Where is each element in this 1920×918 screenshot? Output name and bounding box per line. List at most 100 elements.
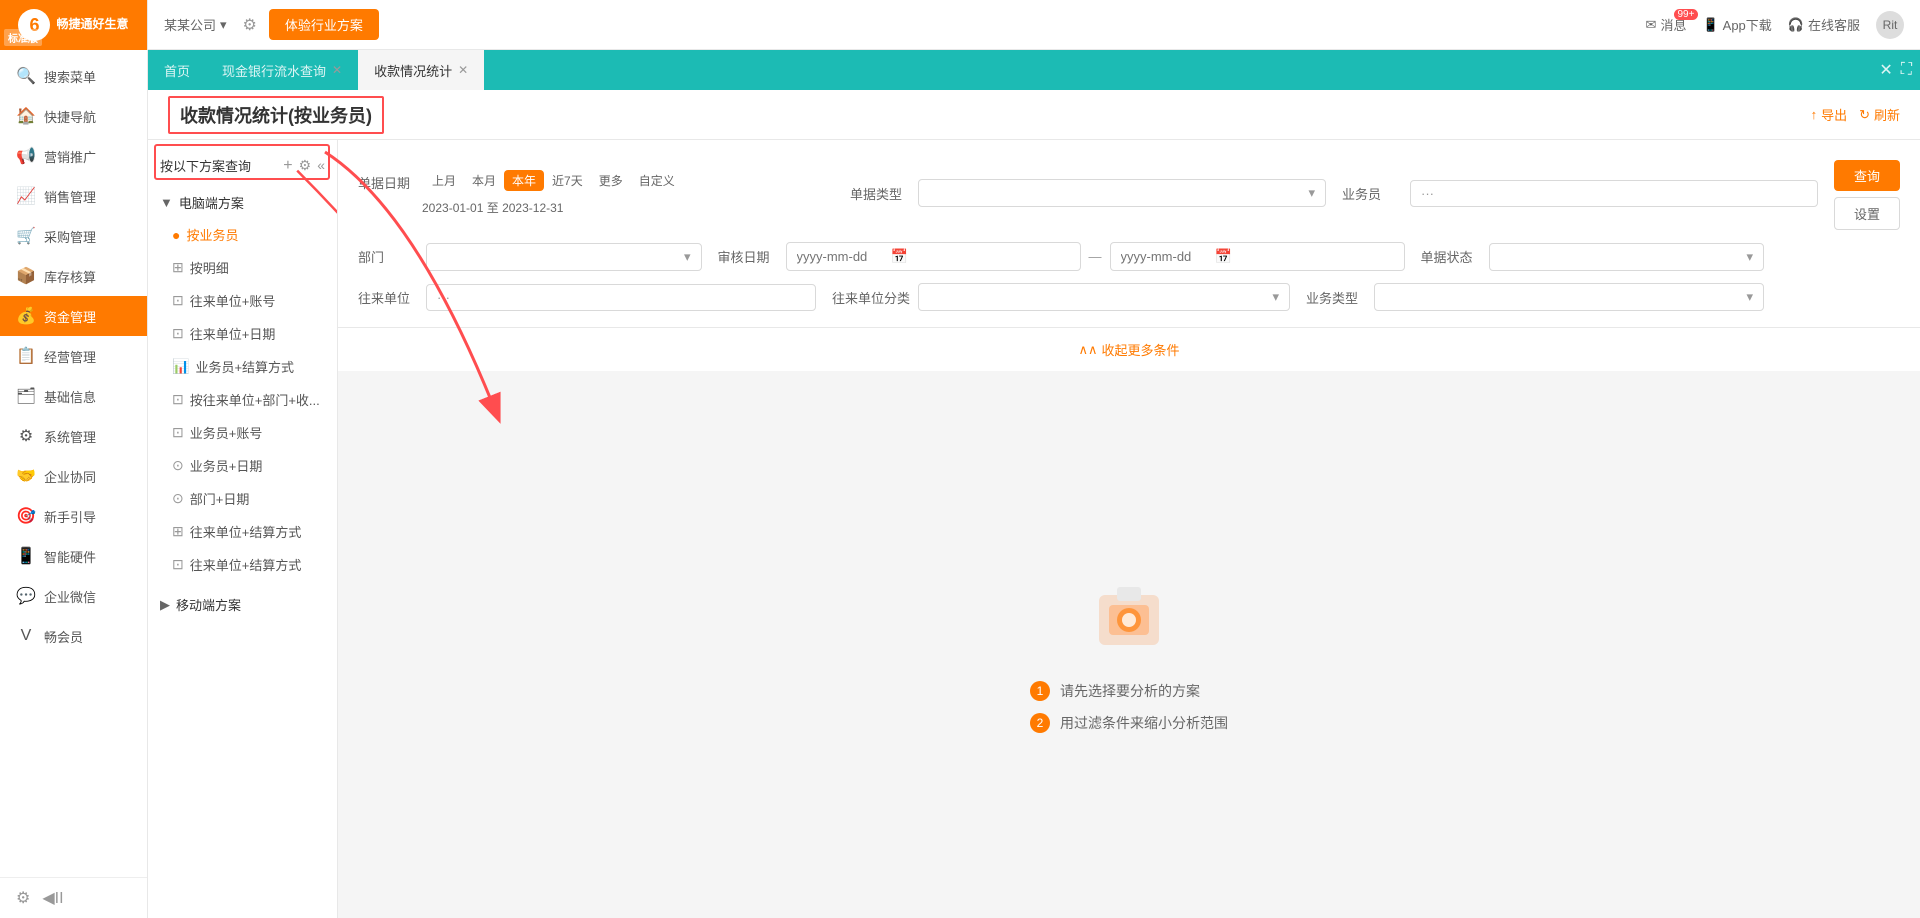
filter-counterpart-category-item: 往来单位分类 ▾ [832, 283, 1290, 311]
sidebar-item-guide[interactable]: 🎯 新手引导 [0, 496, 147, 536]
empty-state: 1 请先选择要分析的方案 2 用过滤条件来缩小分析范围 [338, 379, 1920, 918]
tab-close-all-icon[interactable]: ✕ [1879, 60, 1892, 80]
date-tab-more[interactable]: 更多 [591, 170, 631, 191]
export-icon: ↑ [1811, 107, 1818, 122]
salesperson-dots: ··· [1421, 186, 1434, 201]
sidebar-item-wechat[interactable]: 💬 企业微信 [0, 576, 147, 616]
sidebar-item-finance[interactable]: 💰 资金管理 [0, 296, 147, 336]
scheme-item-0-6[interactable]: ⊡业务员+账号 [148, 416, 337, 449]
tab-cashflow-close[interactable]: ✕ [332, 63, 342, 77]
scheme-item-0-0[interactable]: ● 按业务员 [148, 218, 337, 251]
user-avatar[interactable]: Rit [1876, 11, 1904, 39]
company-dropdown-icon[interactable]: ▾ [220, 17, 227, 33]
sidebar-item-hardware[interactable]: 📱 智能硬件 [0, 536, 147, 576]
scheme-item-label-0-2: 往来单位+账号 [190, 291, 276, 310]
query-btn[interactable]: 查询 [1834, 160, 1900, 191]
sidebar-item-purchase[interactable]: 🛒 采购管理 [0, 216, 147, 256]
counterpart-select[interactable]: ··· [426, 284, 816, 311]
tab-receipt[interactable]: 收款情况统计 ✕ [358, 50, 484, 90]
collapse-btn[interactable]: ∧∧ 收起更多条件 [338, 328, 1920, 371]
tab-receipt-close[interactable]: ✕ [458, 63, 468, 77]
sidebar-item-operation[interactable]: 📋 经营管理 [0, 336, 147, 376]
scheme-item-0-5[interactable]: ⊡按往来单位+部门+收... [148, 383, 337, 416]
online-service-btn[interactable]: 🎧 在线客服 [1788, 15, 1860, 34]
scheme-item-icon-0-0: ● [172, 227, 180, 243]
scheme-section-title-0[interactable]: ▼电脑端方案 [148, 187, 337, 218]
date-tab-custom[interactable]: 自定义 [631, 170, 683, 191]
scheme-item-label-0-7: 业务员+日期 [190, 456, 263, 475]
tab-home[interactable]: 首页 [148, 61, 206, 80]
dept-select[interactable]: ▾ [426, 243, 702, 271]
date-tab-thismonth[interactable]: 本月 [464, 170, 504, 191]
sidebar-item-search[interactable]: 🔍 搜索菜单 [0, 56, 147, 96]
scheme-add-btn[interactable]: + [283, 157, 292, 175]
inventory-icon: 📦 [16, 266, 36, 286]
business-type-select[interactable]: ▾ [1374, 283, 1764, 311]
tab-bar: 首页 现金银行流水查询 ✕ 收款情况统计 ✕ ✕ ⛶ [148, 50, 1920, 90]
sidebar-item-system[interactable]: ⚙ 系统管理 [0, 416, 147, 456]
counterpart-category-select[interactable]: ▾ [918, 283, 1290, 311]
date-tab-7days[interactable]: 近7天 [544, 170, 591, 191]
page-title: 收款情况统计(按业务员) [168, 96, 384, 134]
header-gear-icon[interactable]: ⚙ [243, 15, 257, 35]
sidebar-item-quicknav[interactable]: 🏠 快捷导航 [0, 96, 147, 136]
tab-cashflow[interactable]: 现金银行流水查询 ✕ [206, 50, 358, 90]
filter-row-3: 往来单位 ··· 往来单位分类 ▾ 业务类型 [358, 283, 1900, 311]
salesperson-select[interactable]: ··· [1410, 180, 1818, 207]
messages-btn[interactable]: ✉ 消息 99+ [1646, 15, 1687, 34]
filter-voucher-status-item: 单据状态 ▾ [1421, 243, 1765, 271]
company-selector[interactable]: 某某公司 ▾ [164, 15, 227, 34]
sidebar-item-enterprise[interactable]: 🤝 企业协同 [0, 456, 147, 496]
audit-date-start[interactable]: 📅 [786, 242, 1081, 271]
scheme-item-0-4[interactable]: 📊业务员+结算方式 [148, 350, 337, 383]
scheme-setting-btn[interactable]: ⚙ [299, 157, 312, 175]
date-tab-thisyear[interactable]: 本年 [504, 170, 544, 191]
scheme-item-0-3[interactable]: ⊡往来单位+日期 [148, 317, 337, 350]
scheme-item-0-2[interactable]: ⊡往来单位+账号 [148, 284, 337, 317]
empty-step-2: 2 用过滤条件来缩小分析范围 [1030, 713, 1228, 733]
collapse-icon: ∧∧ [1078, 342, 1097, 358]
setting-btn[interactable]: 设置 [1834, 197, 1900, 230]
refresh-btn[interactable]: ↻ 刷新 [1859, 105, 1900, 124]
scheme-item-label-0-0: 按业务员 [186, 225, 238, 244]
scheme-item-0-8[interactable]: ⊙部门+日期 [148, 482, 337, 515]
salesperson-label: 业务员 [1342, 184, 1402, 203]
audit-date-end-input[interactable] [1121, 249, 1211, 264]
voucher-status-select[interactable]: ▾ [1489, 243, 1765, 271]
voucher-type-label: 单据类型 [850, 184, 910, 203]
calendar-start-icon[interactable]: 📅 [891, 248, 908, 265]
calendar-end-icon[interactable]: 📅 [1215, 248, 1232, 265]
scheme-section-title-1[interactable]: ▶移动端方案 [148, 589, 337, 620]
hardware-icon: 📱 [16, 546, 36, 566]
scheme-collapse-btn[interactable]: « [317, 157, 325, 175]
trial-industry-btn[interactable]: 体验行业方案 [269, 9, 379, 40]
collapse-sidebar-icon[interactable]: ◀‍II [42, 888, 63, 908]
voucher-type-select[interactable]: ▾ [918, 179, 1326, 207]
tab-bar-right: ✕ ⛶ [1879, 60, 1920, 80]
sidebar-item-inventory[interactable]: 📦 库存核算 [0, 256, 147, 296]
app-download-btn[interactable]: 📱 App下载 [1702, 15, 1771, 34]
scheme-item-label-0-4: 业务员+结算方式 [195, 357, 294, 376]
sidebar-label-hardware: 智能硬件 [44, 547, 96, 566]
audit-date-start-input[interactable] [797, 249, 887, 264]
scheme-item-0-10[interactable]: ⊡ 往来单位+结算方式 [148, 548, 337, 581]
export-btn[interactable]: ↑ 导出 [1811, 105, 1848, 124]
scheme-item-0-9[interactable]: ⊞往来单位+结算方式 [148, 515, 337, 548]
enterprise-icon: 🤝 [16, 466, 36, 486]
sidebar-item-marketing[interactable]: 📢 营销推广 [0, 136, 147, 176]
sidebar-item-sales[interactable]: 📈 销售管理 [0, 176, 147, 216]
scheme-item-0-1[interactable]: ⊞按明细 [148, 251, 337, 284]
sidebar-item-basic[interactable]: 🗂 基础信息 [0, 376, 147, 416]
scheme-item-0-7[interactable]: ⊙业务员+日期 [148, 449, 337, 482]
tab-maximize-icon[interactable]: ⛶ [1901, 61, 1912, 79]
settings-bottom-icon[interactable]: ⚙ [16, 888, 30, 908]
date-tab-lastmonth[interactable]: 上月 [424, 170, 464, 191]
audit-date-end[interactable]: 📅 [1110, 242, 1405, 271]
sidebar-label-system: 系统管理 [44, 427, 96, 446]
sidebar-item-member[interactable]: V 畅会员 [0, 616, 147, 656]
refresh-icon: ↻ [1859, 107, 1870, 123]
section-arrow-0: ▼ [160, 195, 173, 210]
scheme-item-icon-0-10: ⊡ [172, 556, 184, 573]
business-type-dropdown-icon: ▾ [1746, 289, 1753, 305]
scheme-item-label-0-10: 往来单位+结算方式 [190, 555, 302, 574]
